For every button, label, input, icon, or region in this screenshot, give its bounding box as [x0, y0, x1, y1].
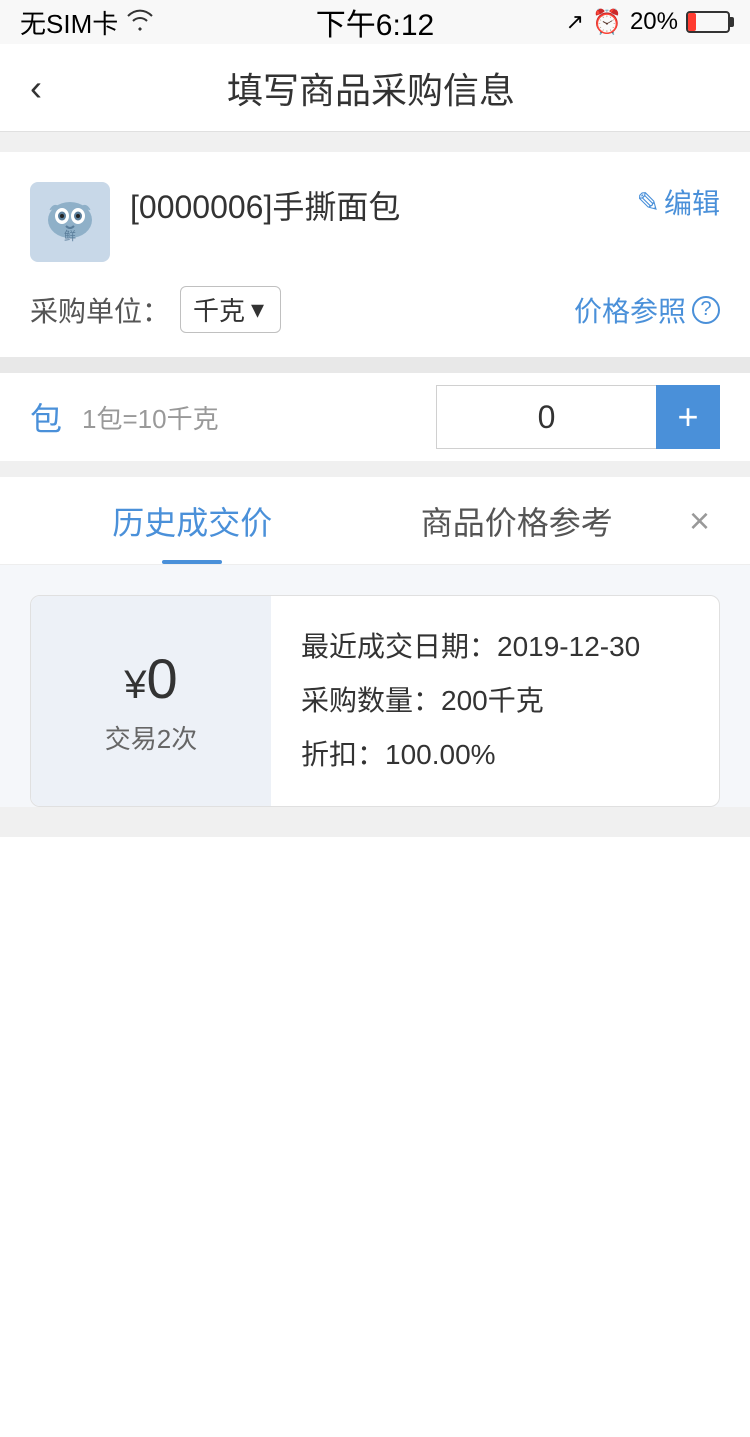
quantity-input[interactable] [436, 385, 656, 449]
section-divider [0, 357, 750, 373]
tabs-header: 历史成交价 商品价格参考 × [0, 477, 750, 565]
dropdown-icon: ▾ [251, 294, 264, 325]
unit-note: 1包=10千克 [82, 399, 219, 436]
history-detail: 最近成交日期：2019-12-30 采购数量：200千克 折扣：100.00% [271, 596, 719, 806]
page-title: 填写商品采购信息 [52, 62, 690, 114]
unit-selector[interactable]: 千克 ▾ [180, 286, 281, 333]
product-name: [0000006]手撕面包 [130, 182, 400, 228]
product-logo-icon: 鲜 [40, 192, 100, 252]
back-button[interactable]: ‹ [20, 57, 52, 119]
status-bar: 无SIM卡 下午6:12 ↗ ⏰ 20% [0, 0, 750, 44]
quantity-row-detail: 采购数量：200千克 [301, 680, 689, 722]
tab-product-price[interactable]: 商品价格参考 [354, 477, 678, 564]
product-thumbnail: 鲜 [30, 182, 110, 262]
latest-date-row: 最近成交日期：2019-12-30 [301, 626, 689, 668]
battery-text: 20% [630, 8, 678, 36]
package-label: 包 [30, 394, 62, 440]
main-content-area [0, 837, 750, 1437]
status-time: 下午6:12 [316, 0, 434, 44]
wifi-icon [126, 7, 154, 38]
unit-label: 采购单位： [30, 290, 170, 330]
svg-text:鲜: 鲜 [64, 229, 76, 242]
close-button[interactable]: × [679, 490, 720, 552]
plus-button[interactable]: + [656, 385, 720, 449]
location-icon: ↗ [566, 9, 584, 35]
history-transaction-count: 交易2次 [105, 719, 197, 756]
quantity-row: 包 1包=10千克 + [0, 373, 750, 461]
unit-section: 采购单位： 千克 ▾ [30, 286, 281, 333]
edit-icon: ✎ [637, 186, 660, 219]
carrier-text: 无SIM卡 [20, 4, 118, 41]
product-card: 鲜 [0000006]手撕面包 ✎ 编辑 采购单位： 千克 ▾ [0, 152, 750, 357]
quantity-input-wrap: + [239, 385, 720, 449]
product-info: [0000006]手撕面包 ✎ 编辑 [130, 182, 720, 228]
help-icon: ? [692, 296, 720, 324]
battery-icon [686, 11, 730, 33]
price-reference-button[interactable]: 价格参照 ? [574, 290, 720, 330]
history-card: ¥0 交易2次 最近成交日期：2019-12-30 采购数量：200千克 折扣：… [30, 595, 720, 807]
history-price-summary: ¥0 交易2次 [31, 596, 271, 806]
product-footer: 采购单位： 千克 ▾ 价格参照 ? [30, 286, 720, 333]
page-header: ‹ 填写商品采购信息 [0, 44, 750, 132]
tab-history-price[interactable]: 历史成交价 [30, 477, 354, 564]
status-right: ↗ ⏰ 20% [566, 8, 730, 37]
history-price-value: ¥0 [124, 646, 177, 711]
product-header: 鲜 [0000006]手撕面包 ✎ 编辑 [30, 182, 720, 262]
status-left: 无SIM卡 [20, 4, 154, 41]
discount-row: 折扣：100.00% [301, 734, 689, 776]
alarm-icon: ⏰ [592, 8, 622, 37]
edit-button[interactable]: ✎ 编辑 [637, 182, 720, 222]
tabs-panel: 历史成交价 商品价格参考 × ¥0 交易2次 最近成交日期：2019-12-30… [0, 477, 750, 807]
